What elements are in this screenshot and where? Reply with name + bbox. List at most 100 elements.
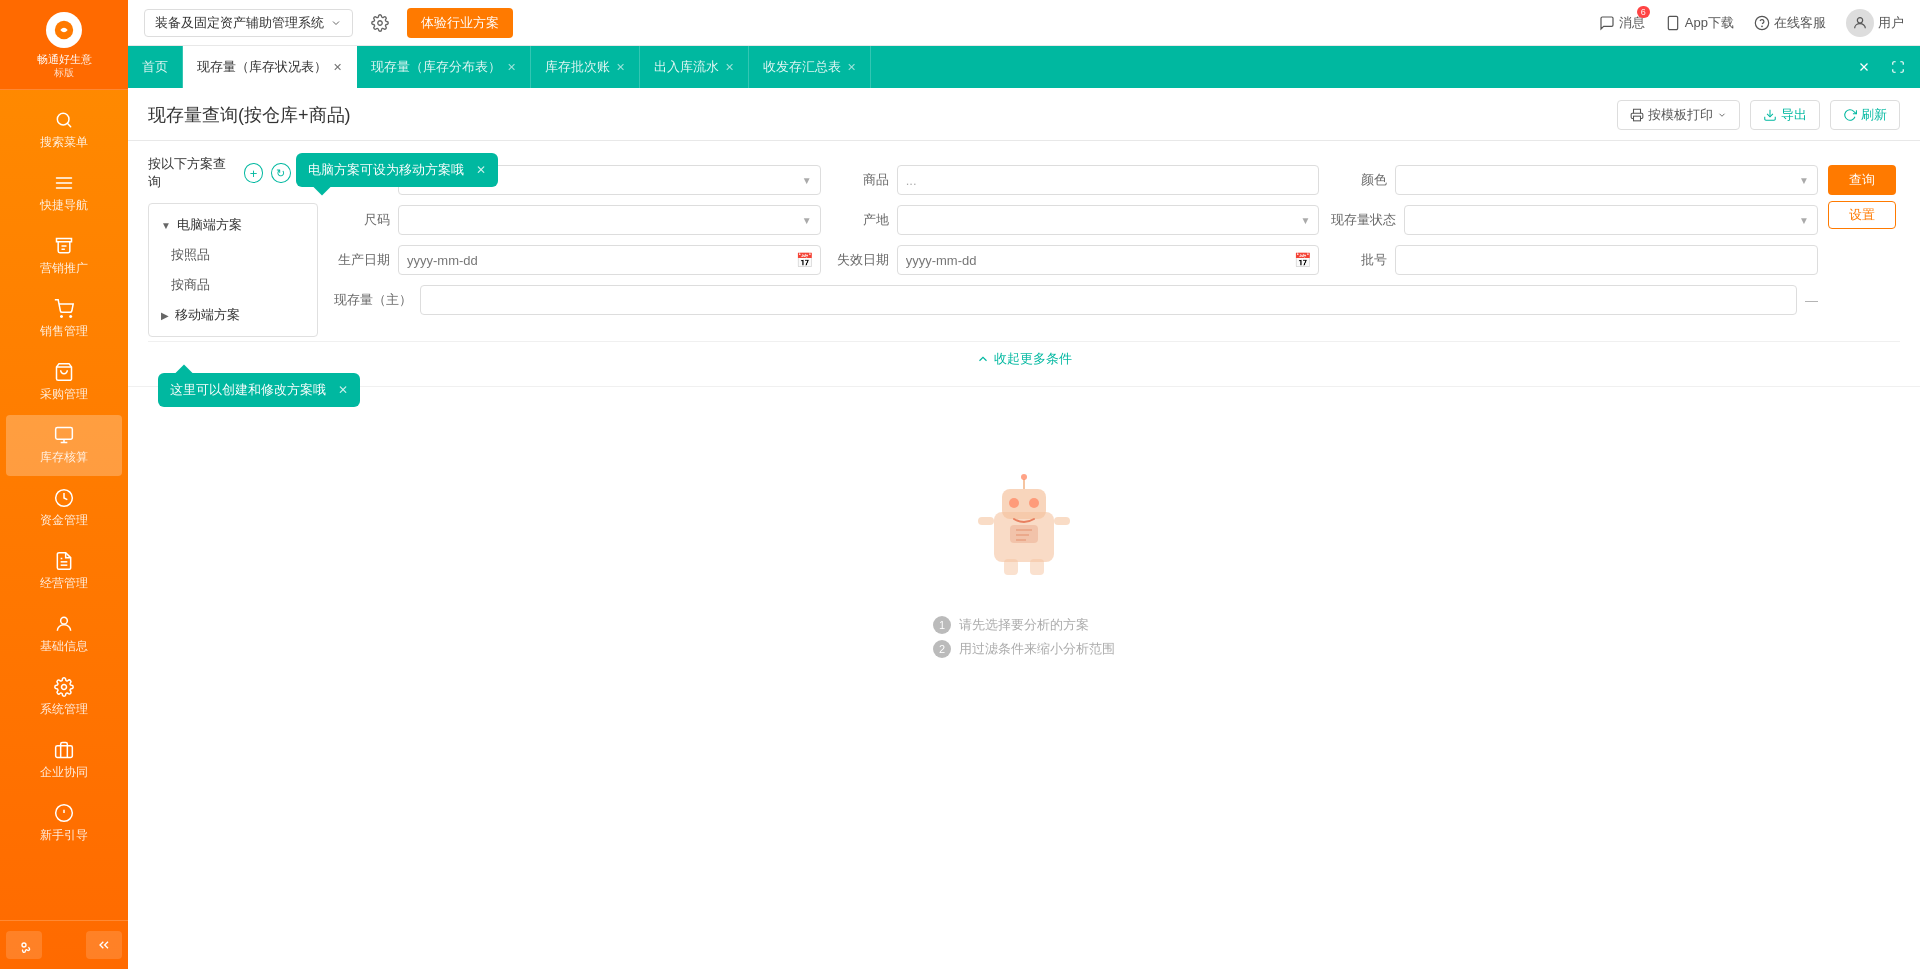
svg-rect-31 <box>1004 559 1018 575</box>
online-support-btn[interactable]: 在线客服 <box>1754 14 1826 32</box>
qty-range-sep: — <box>1805 293 1818 308</box>
create-tooltip: 这里可以创建和修改方案哦 ✕ <box>158 373 360 407</box>
tab-home[interactable]: 首页 <box>128 46 183 88</box>
tabs-right-actions <box>1850 53 1920 81</box>
tab-inout-flow[interactable]: 出入库流水 ✕ <box>640 46 749 88</box>
scheme-mobile[interactable]: ▶ 移动端方案 <box>149 300 317 330</box>
sidebar-item-inventory[interactable]: 库存核算 <box>6 415 122 476</box>
stock-status-select[interactable]: ▼ <box>1404 205 1818 235</box>
filter-row-1: 仓库 ... ▼ 商品 .. <box>334 165 1818 195</box>
messages-btn[interactable]: 消息 6 <box>1599 14 1645 32</box>
tab-batch-ledger[interactable]: 库存批次账 ✕ <box>531 46 640 88</box>
batch-no-input[interactable] <box>1395 245 1818 275</box>
svg-point-9 <box>62 685 67 690</box>
scheme-tooltip-close[interactable]: ✕ <box>476 163 486 177</box>
tab-maximize-btn[interactable] <box>1884 53 1912 81</box>
qty-main-from[interactable] <box>420 285 1797 315</box>
collapse-row[interactable]: 收起更多条件 <box>148 341 1900 376</box>
reset-btn[interactable]: 设置 <box>1828 201 1896 229</box>
filter-field-expiry-date: 失效日期 📅 <box>833 245 1320 275</box>
sidebar-collapse-btn[interactable] <box>86 931 122 959</box>
tab-close-all-btn[interactable] <box>1850 53 1878 81</box>
filter-row-2: 尺码 ▼ 产地 ▼ <box>334 205 1818 235</box>
scheme-selector-col: 按以下方案查询 + ↻ « 电脑方案可设为移动方案哦 ✕ <box>148 155 318 337</box>
sidebar-bottom <box>0 920 128 969</box>
origin-chevron: ▼ <box>1300 215 1310 226</box>
user-avatar <box>1846 9 1874 37</box>
user-menu[interactable]: 用户 <box>1846 9 1904 37</box>
tab-inventory-status-close[interactable]: ✕ <box>333 61 342 74</box>
prod-date-wrap: 📅 <box>398 245 821 275</box>
create-tooltip-close[interactable]: ✕ <box>338 383 348 397</box>
tab-inventory-status-label: 现存量（库存状况表） <box>197 58 327 76</box>
topbar-right: 消息 6 App下载 在线客服 用户 <box>1599 9 1904 37</box>
scheme-desktop-child-2[interactable]: 按商品 <box>149 270 317 300</box>
origin-label: 产地 <box>833 211 889 229</box>
scheme-desktop-label: 电脑端方案 <box>177 216 242 234</box>
refresh-btn[interactable]: 刷新 <box>1830 100 1900 130</box>
sidebar-item-sales[interactable]: 销售管理 <box>6 289 122 350</box>
sidebar-item-procurement-label: 采购管理 <box>40 386 88 403</box>
svg-rect-10 <box>56 746 73 758</box>
expiry-date-wrap: 📅 <box>897 245 1320 275</box>
tab-inventory-dist-close[interactable]: ✕ <box>507 61 516 74</box>
print-btn[interactable]: 按模板打印 <box>1617 100 1740 130</box>
qty-main-label: 现存量（主） <box>334 291 412 309</box>
export-btn[interactable]: 导出 <box>1750 100 1820 130</box>
sidebar-item-basicinfo[interactable]: 基础信息 <box>6 604 122 665</box>
expiry-date-icon: 📅 <box>1294 252 1311 268</box>
sidebar-item-enterprise[interactable]: 企业协同 <box>6 730 122 791</box>
print-btn-label: 按模板打印 <box>1648 106 1713 124</box>
stock-status-label: 现存量状态 <box>1331 211 1396 229</box>
filter-field-product: 商品 ... <box>833 165 1320 195</box>
topbar-settings-btn[interactable] <box>365 8 395 38</box>
svg-rect-14 <box>1668 16 1677 29</box>
sidebar-item-search[interactable]: 搜索菜单 <box>6 100 122 161</box>
page-actions: 按模板打印 导出 刷新 <box>1617 100 1900 130</box>
tab-inventory-status[interactable]: 现存量（库存状况表） ✕ <box>183 46 357 88</box>
sidebar-item-quicknav[interactable]: 快捷导航 <box>6 163 122 224</box>
color-chevron: ▼ <box>1799 175 1809 186</box>
system-name-selector[interactable]: 装备及固定资产辅助管理系统 <box>144 9 353 37</box>
sidebar-item-guide[interactable]: 新手引导 <box>6 793 122 854</box>
tab-batch-ledger-label: 库存批次账 <box>545 58 610 76</box>
tab-inout-flow-close[interactable]: ✕ <box>725 61 734 74</box>
sidebar-settings-btn[interactable] <box>6 931 42 959</box>
origin-select[interactable]: ▼ <box>897 205 1320 235</box>
industry-btn[interactable]: 体验行业方案 <box>407 8 513 38</box>
tab-receive-send-close[interactable]: ✕ <box>847 61 856 74</box>
scheme-tooltip-text: 电脑方案可设为移动方案哦 <box>308 162 464 177</box>
size-select[interactable]: ▼ <box>398 205 821 235</box>
query-btn[interactable]: 查询 <box>1828 165 1896 195</box>
collapse-label: 收起更多条件 <box>994 350 1072 368</box>
filter-fields-col: 仓库 ... ▼ 商品 .. <box>318 155 1900 323</box>
prod-date-label: 生产日期 <box>334 251 390 269</box>
svg-point-26 <box>1029 498 1039 508</box>
color-select[interactable]: ▼ <box>1395 165 1818 195</box>
sidebar-item-procurement[interactable]: 采购管理 <box>6 352 122 413</box>
add-scheme-btn[interactable]: + <box>244 163 263 183</box>
prod-date-input[interactable] <box>398 245 821 275</box>
expiry-date-input[interactable] <box>897 245 1320 275</box>
scheme-desktop-child-1[interactable]: 按照品 <box>149 240 317 270</box>
create-tooltip-text: 这里可以创建和修改方案哦 <box>170 382 326 397</box>
scheme-desktop-child-2-label: 按商品 <box>171 276 210 294</box>
tab-batch-ledger-close[interactable]: ✕ <box>616 61 625 74</box>
sidebar-item-basicinfo-label: 基础信息 <box>40 638 88 655</box>
svg-rect-24 <box>1002 489 1046 519</box>
sidebar-item-operations[interactable]: 经营管理 <box>6 541 122 602</box>
sidebar-item-system[interactable]: 系统管理 <box>6 667 122 728</box>
scheme-desktop[interactable]: ▼ 电脑端方案 <box>149 210 317 240</box>
refresh-scheme-btn[interactable]: ↻ <box>271 163 290 183</box>
product-select[interactable]: ... <box>897 165 1320 195</box>
svg-point-17 <box>1762 26 1763 27</box>
app-download-btn[interactable]: App下载 <box>1665 14 1734 32</box>
sidebar-item-finance[interactable]: 资金管理 <box>6 478 122 539</box>
page-header: 现存量查询(按仓库+商品) 按模板打印 导出 <box>128 88 1920 141</box>
scheme-tooltip: 电脑方案可设为移动方案哦 ✕ <box>296 153 498 187</box>
tab-receive-send[interactable]: 收发存汇总表 ✕ <box>749 46 871 88</box>
tab-inventory-dist[interactable]: 现存量（库存分布表） ✕ <box>357 46 531 88</box>
sidebar-item-marketing[interactable]: 营销推广 <box>6 226 122 287</box>
content-area: 现存量查询(按仓库+商品) 按模板打印 导出 <box>128 88 1920 969</box>
tab-home-label: 首页 <box>142 58 168 76</box>
